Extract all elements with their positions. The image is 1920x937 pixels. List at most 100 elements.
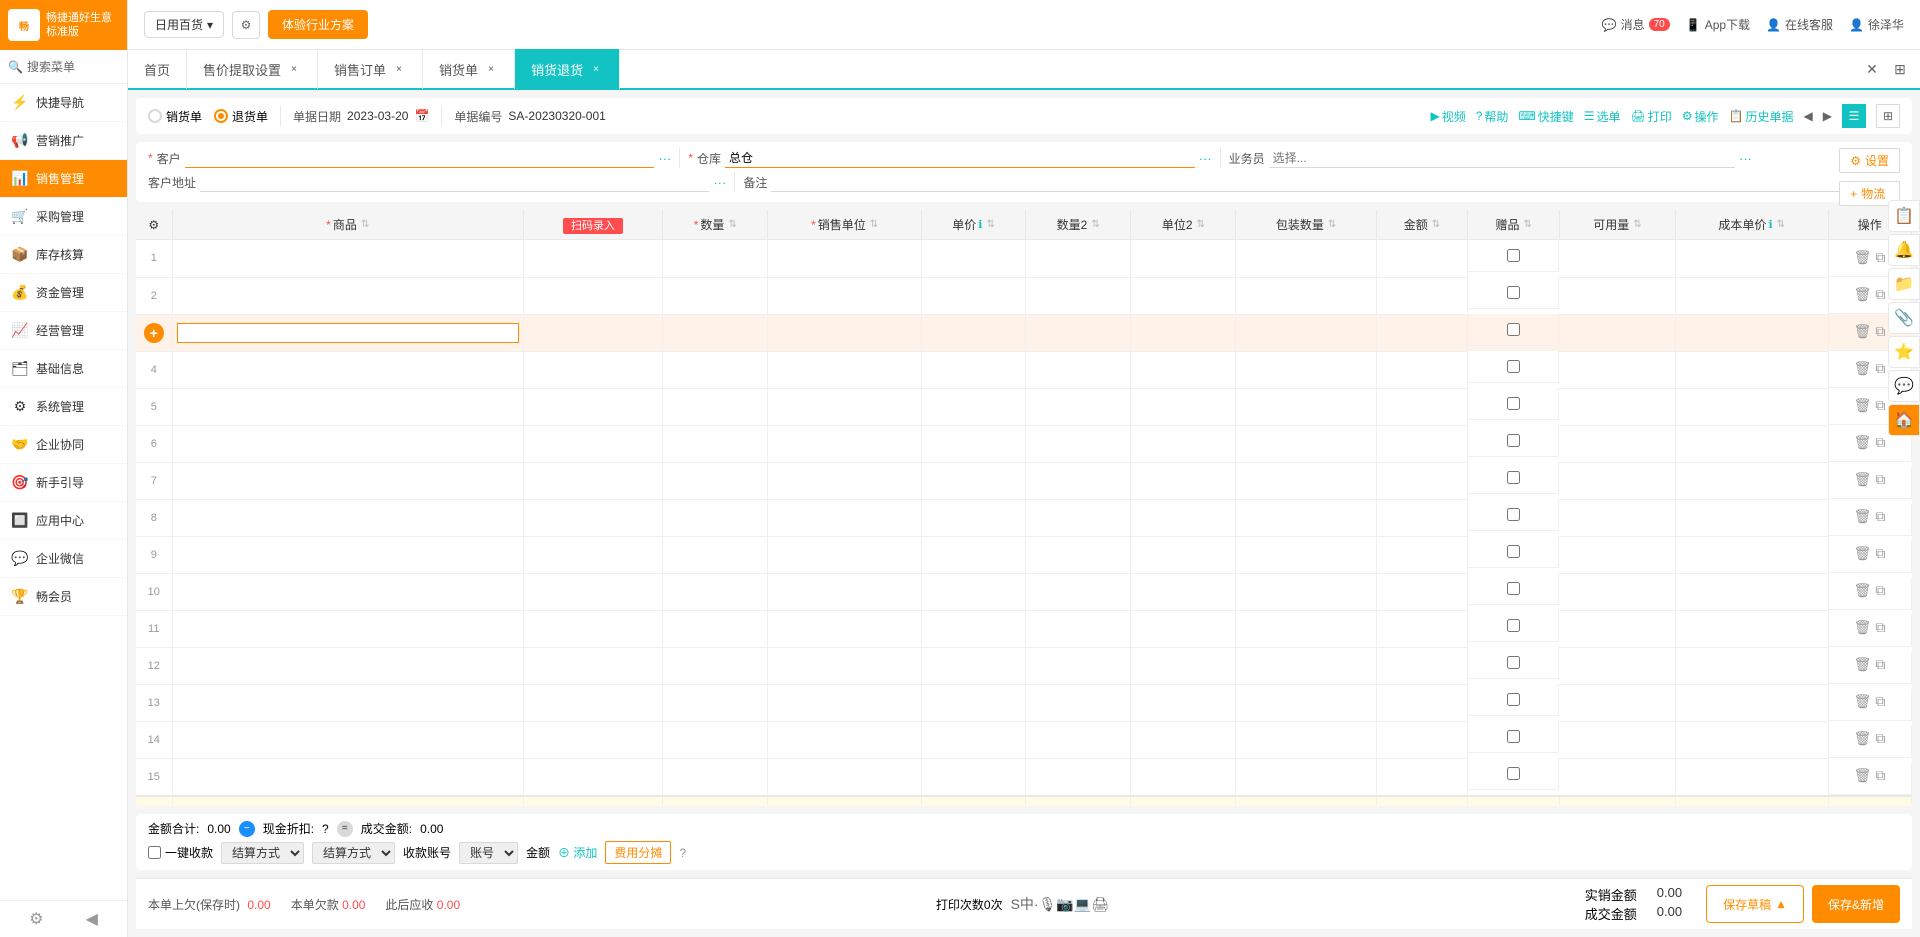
product-cell[interactable] bbox=[172, 536, 523, 573]
gift-checkbox[interactable] bbox=[1507, 323, 1520, 336]
app-download-btn[interactable]: 📱 App下载 bbox=[1686, 16, 1750, 33]
cost-cell[interactable] bbox=[1675, 351, 1828, 388]
product-cell[interactable] bbox=[172, 277, 523, 314]
gift-sort-icon[interactable]: ⇅ bbox=[1523, 219, 1531, 230]
product-cell[interactable] bbox=[172, 721, 523, 758]
amount-cell[interactable] bbox=[1376, 277, 1468, 314]
cost-cell[interactable] bbox=[1675, 314, 1828, 351]
qty2-cell[interactable] bbox=[1026, 277, 1131, 314]
unit2-cell[interactable] bbox=[1131, 240, 1236, 278]
unit2-cell[interactable] bbox=[1131, 610, 1236, 647]
gift-cell[interactable] bbox=[1468, 388, 1559, 420]
gift-checkbox[interactable] bbox=[1507, 619, 1520, 632]
float-doc-btn[interactable]: 📋 bbox=[1888, 200, 1920, 232]
sidebar-item-enterprise[interactable]: 🤝 企业协同 bbox=[0, 426, 127, 464]
sidebar-item-shortcut[interactable]: ⚡ 快捷导航 bbox=[0, 84, 127, 122]
tab-sales-order[interactable]: 销售订单 × bbox=[318, 49, 423, 89]
cost-cell[interactable] bbox=[1675, 277, 1828, 314]
gift-cell[interactable] bbox=[1468, 758, 1559, 790]
copy-row-icon[interactable]: ⧉ bbox=[1875, 619, 1885, 642]
copy-row-icon[interactable]: ⧉ bbox=[1875, 323, 1885, 346]
amount-cell[interactable] bbox=[1376, 758, 1468, 796]
price-info-icon[interactable]: ℹ bbox=[978, 218, 982, 231]
delete-row-icon[interactable]: 🗑 bbox=[1854, 582, 1872, 605]
gift-cell[interactable] bbox=[1468, 684, 1559, 716]
product-cell[interactable] bbox=[172, 647, 523, 684]
qty-cell[interactable] bbox=[663, 462, 768, 499]
qty-cell[interactable] bbox=[663, 721, 768, 758]
gift-cell[interactable] bbox=[1468, 425, 1559, 457]
unit-cell[interactable] bbox=[768, 314, 922, 351]
price-cell[interactable] bbox=[921, 425, 1025, 462]
product-cell[interactable] bbox=[172, 684, 523, 721]
add-btn[interactable]: ⊕ 添加 bbox=[558, 844, 597, 861]
qty-cell[interactable] bbox=[663, 240, 768, 278]
cost-info-icon[interactable]: ℹ bbox=[1768, 218, 1772, 231]
sidebar-item-wechat[interactable]: 💬 企业微信 bbox=[0, 540, 127, 578]
pack-cell[interactable] bbox=[1236, 684, 1376, 721]
gift-checkbox[interactable] bbox=[1507, 582, 1520, 595]
amount-cell[interactable] bbox=[1376, 388, 1468, 425]
copy-row-icon[interactable]: ⧉ bbox=[1875, 434, 1885, 457]
unit-cell[interactable] bbox=[768, 647, 922, 684]
amount-cell[interactable] bbox=[1376, 351, 1468, 388]
gift-cell[interactable] bbox=[1468, 647, 1559, 679]
cost-cell[interactable] bbox=[1675, 610, 1828, 647]
unit2-cell[interactable] bbox=[1131, 499, 1236, 536]
pack-cell[interactable] bbox=[1236, 573, 1376, 610]
history-link[interactable]: 📋 历史单据 bbox=[1729, 108, 1794, 125]
gift-cell[interactable] bbox=[1468, 351, 1559, 383]
qty-cell[interactable] bbox=[663, 684, 768, 721]
product-cell[interactable] bbox=[172, 462, 523, 499]
scan-btn[interactable]: 扫码录入 bbox=[563, 218, 623, 234]
price-cell[interactable] bbox=[921, 314, 1025, 351]
delete-row-icon[interactable]: 🗑 bbox=[1854, 619, 1872, 642]
unit2-cell[interactable] bbox=[1131, 647, 1236, 684]
unit2-cell[interactable] bbox=[1131, 351, 1236, 388]
available-cell[interactable] bbox=[1559, 499, 1675, 536]
delete-row-icon[interactable]: 🗑 bbox=[1854, 434, 1872, 457]
fee-btn[interactable]: 费用分摊 bbox=[605, 841, 671, 864]
unit-cell[interactable] bbox=[768, 536, 922, 573]
unit-cell[interactable] bbox=[768, 684, 922, 721]
sidebar-item-purchase[interactable]: 🛒 采购管理 bbox=[0, 198, 127, 236]
question-icon[interactable]: ? bbox=[322, 822, 329, 836]
shortcuts-link[interactable]: ⌨ 快捷键 bbox=[1518, 108, 1573, 125]
gift-checkbox[interactable] bbox=[1507, 508, 1520, 521]
pack-cell[interactable] bbox=[1236, 499, 1376, 536]
delete-row-icon[interactable]: 🗑 bbox=[1854, 471, 1872, 494]
sidebar-item-sales[interactable]: 📊 销售管理 bbox=[0, 160, 127, 198]
cost-cell[interactable] bbox=[1675, 425, 1828, 462]
gift-cell[interactable] bbox=[1468, 536, 1559, 568]
unit-sort-icon[interactable]: ⇅ bbox=[870, 219, 878, 230]
qty-sort-icon[interactable]: ⇅ bbox=[728, 219, 736, 230]
sidebar-item-finance[interactable]: 💰 资金管理 bbox=[0, 274, 127, 312]
qty2-cell[interactable] bbox=[1026, 425, 1131, 462]
pack-cell[interactable] bbox=[1236, 610, 1376, 647]
price-cell[interactable] bbox=[921, 351, 1025, 388]
close-sales-tab[interactable]: × bbox=[484, 62, 498, 76]
gift-checkbox[interactable] bbox=[1507, 360, 1520, 373]
amount-cell[interactable] bbox=[1376, 610, 1468, 647]
qty-cell[interactable] bbox=[663, 388, 768, 425]
available-sort-icon[interactable]: ⇅ bbox=[1633, 219, 1641, 230]
price-cell[interactable] bbox=[921, 610, 1025, 647]
calc-method-select2[interactable]: 结算方式 bbox=[312, 842, 395, 864]
message-btn[interactable]: 💬 消息 70 bbox=[1602, 16, 1670, 33]
customer-dots[interactable]: ··· bbox=[658, 151, 671, 166]
settings-bottom-btn[interactable]: ⚙ bbox=[29, 909, 43, 929]
one-key-pay-checkbox[interactable] bbox=[148, 846, 161, 859]
salesperson-dots[interactable]: ··· bbox=[1739, 151, 1752, 166]
sidebar-item-apps[interactable]: 🔲 应用中心 bbox=[0, 502, 127, 540]
pack-cell[interactable] bbox=[1236, 425, 1376, 462]
price-cell[interactable] bbox=[921, 721, 1025, 758]
price-cell[interactable] bbox=[921, 240, 1025, 278]
col-scan[interactable]: 扫码录入 bbox=[523, 210, 662, 240]
gift-checkbox[interactable] bbox=[1507, 545, 1520, 558]
pack-cell[interactable] bbox=[1236, 277, 1376, 314]
float-folder-btn[interactable]: 📁 bbox=[1888, 268, 1920, 300]
available-cell[interactable] bbox=[1559, 277, 1675, 314]
available-cell[interactable] bbox=[1559, 610, 1675, 647]
pack-cell[interactable] bbox=[1236, 536, 1376, 573]
product-cell[interactable] bbox=[172, 351, 523, 388]
